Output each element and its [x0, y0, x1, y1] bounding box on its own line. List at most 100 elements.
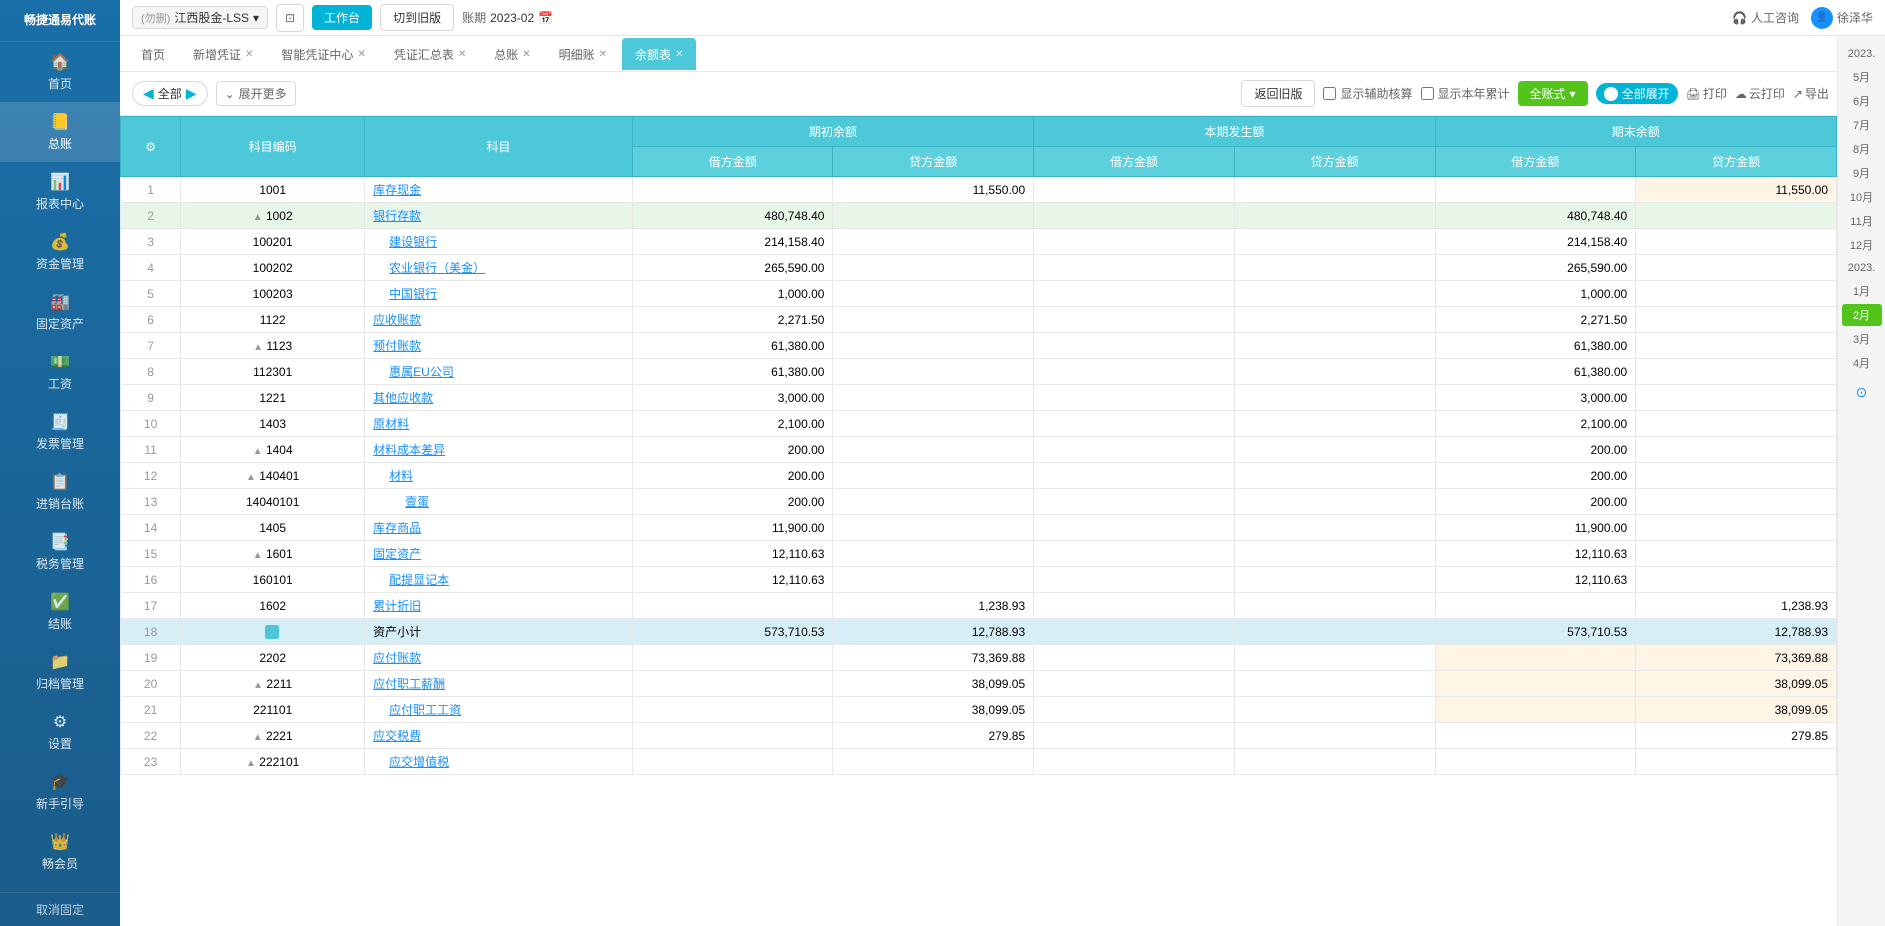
copy-icon[interactable]: ⊡ — [276, 4, 304, 32]
month-1[interactable]: 1月 — [1842, 280, 1882, 302]
row-subject[interactable]: 壹蛋 — [365, 489, 633, 515]
tab-balance-close[interactable]: ✕ — [675, 49, 683, 60]
tab-voucher-summary[interactable]: 凭证汇总表 ✕ — [381, 38, 479, 70]
row-subject[interactable]: 配提显记本 — [365, 567, 633, 593]
row-subject[interactable]: 原材料 — [365, 411, 633, 437]
expand-all-toggle[interactable]: 全部展开 — [1596, 83, 1678, 104]
tab-voucher-summary-close[interactable]: ✕ — [458, 49, 466, 60]
style-btn[interactable]: 全账式 ▾ — [1518, 81, 1588, 106]
month-8[interactable]: 8月 — [1842, 138, 1882, 160]
th-config[interactable]: ⚙ — [121, 117, 181, 177]
month-2[interactable]: 2月 — [1842, 304, 1882, 326]
row-subject[interactable]: 农业银行（美金） — [365, 255, 633, 281]
row-subject[interactable]: 建设银行 — [365, 229, 633, 255]
salary-icon: 💵 — [50, 352, 70, 372]
row-subject[interactable]: 应收账款 — [365, 307, 633, 333]
tab-new-voucher[interactable]: 新增凭证 ✕ — [180, 38, 266, 70]
row-subject[interactable]: 应付职工工资 — [365, 697, 633, 723]
row-period-debit: 214,158.40 — [632, 229, 833, 255]
row-subject[interactable]: 应交增值税 — [365, 749, 633, 775]
row-end-debit: 200.00 — [1435, 437, 1636, 463]
show-aux-check[interactable]: 显示辅助核算 — [1323, 85, 1412, 102]
switch-old-button[interactable]: 切到旧版 — [380, 4, 454, 31]
sidebar-item-home[interactable]: 🏠 首页 — [0, 42, 120, 102]
show-ytd-check[interactable]: 显示本年累计 — [1421, 85, 1510, 102]
return-old-btn[interactable]: 返回旧版 — [1241, 80, 1315, 107]
row-subject[interactable]: 应付职工薪酬 — [365, 671, 633, 697]
aux-checkbox[interactable] — [1323, 87, 1336, 100]
expand-btn[interactable]: ⌄ 展开更多 — [216, 81, 296, 106]
sidebar-item-settings[interactable]: ⚙ 设置 — [0, 702, 120, 762]
month-10[interactable]: 10月 — [1842, 186, 1882, 208]
consult-btn[interactable]: 🎧 人工咨询 — [1732, 9, 1799, 26]
sidebar-item-funds[interactable]: 💰 资金管理 — [0, 222, 120, 282]
sidebar-bottom[interactable]: 取消固定 — [0, 892, 120, 926]
tab-new-voucher-close[interactable]: ✕ — [245, 49, 253, 60]
sidebar-item-sales[interactable]: 📋 进销台账 — [0, 462, 120, 522]
month-7[interactable]: 7月 — [1842, 114, 1882, 136]
headset-icon: 🎧 — [1732, 11, 1747, 25]
row-num: 15 — [121, 541, 181, 567]
month-12[interactable]: 12月 — [1842, 234, 1882, 256]
print-btn[interactable]: 🖨 打印 — [1686, 85, 1727, 102]
export-btn[interactable]: ↗ 导出 — [1793, 85, 1829, 102]
calendar-icon[interactable]: 📅 — [538, 11, 553, 25]
row-period-debit: 1,000.00 — [632, 281, 833, 307]
row-period-debit — [632, 697, 833, 723]
row-subject[interactable]: 材料成本差异 — [365, 437, 633, 463]
row-subject[interactable]: 固定资产 — [365, 541, 633, 567]
workbench-button[interactable]: 工作台 — [312, 5, 372, 30]
sidebar-item-closing[interactable]: ✅ 结账 — [0, 582, 120, 642]
company-selector[interactable]: (勿删) 江西股金-LSS ▾ — [132, 6, 268, 29]
month-3[interactable]: 3月 — [1842, 328, 1882, 350]
sidebar-item-archive[interactable]: 📁 归档管理 — [0, 642, 120, 702]
row-subject[interactable]: 库存商品 — [365, 515, 633, 541]
row-period-debit — [632, 671, 833, 697]
tab-smart-center-close[interactable]: ✕ — [357, 49, 365, 60]
ytd-checkbox[interactable] — [1421, 87, 1434, 100]
sidebar-item-member[interactable]: 👑 畅会员 — [0, 822, 120, 882]
tab-balance[interactable]: 余额表 ✕ — [622, 38, 696, 70]
row-subject[interactable]: 应交税费 — [365, 723, 633, 749]
row-subject[interactable]: 预付账款 — [365, 333, 633, 359]
row-subject[interactable]: 中国银行 — [365, 281, 633, 307]
month-11[interactable]: 11月 — [1842, 210, 1882, 232]
row-end-credit: 38,099.05 — [1636, 671, 1837, 697]
row-subject[interactable]: 其他应收款 — [365, 385, 633, 411]
table-row: 17 1602 累计折旧 1,238.93 1,238.93 — [121, 593, 1837, 619]
row-period-credit: 73,369.88 — [833, 645, 1034, 671]
sidebar-item-invoice[interactable]: 🧾 发票管理 — [0, 402, 120, 462]
row-subject[interactable]: 库存现金 — [365, 177, 633, 203]
row-num: 20 — [121, 671, 181, 697]
row-subject[interactable]: 惠属EU公司 — [365, 359, 633, 385]
filter-all-btn[interactable]: ◀ 全部 ▶ — [132, 81, 208, 106]
row-subject[interactable]: 银行存款 — [365, 203, 633, 229]
tab-general-ledger[interactable]: 总账 ✕ — [481, 38, 543, 70]
month-5[interactable]: 5月 — [1842, 66, 1882, 88]
row-subject[interactable]: 材料 — [365, 463, 633, 489]
tab-detail-ledger[interactable]: 明细账 ✕ — [546, 38, 620, 70]
cloud-print-btn[interactable]: ☁ 云打印 — [1735, 85, 1785, 102]
row-subject[interactable]: 应付账款 — [365, 645, 633, 671]
sidebar-item-tax[interactable]: 📑 税务管理 — [0, 522, 120, 582]
tab-detail-ledger-close[interactable]: ✕ — [599, 49, 607, 60]
row-period-credit — [833, 359, 1034, 385]
tab-home[interactable]: 首页 — [128, 38, 178, 70]
sidebar-item-guide[interactable]: 🎓 新手引导 — [0, 762, 120, 822]
side-close-icon[interactable]: ⊙ — [1856, 384, 1868, 401]
tab-general-ledger-close[interactable]: ✕ — [522, 49, 530, 60]
sidebar-item-salary[interactable]: 💵 工资 — [0, 342, 120, 402]
guide-icon: 🎓 — [50, 772, 70, 792]
row-subject[interactable]: 累计折旧 — [365, 593, 633, 619]
sidebar-item-ledger[interactable]: 📒 总账 — [0, 102, 120, 162]
month-9[interactable]: 9月 — [1842, 162, 1882, 184]
month-6[interactable]: 6月 — [1842, 90, 1882, 112]
user-info[interactable]: 👤 徐泽华 — [1811, 7, 1873, 29]
month-4[interactable]: 4月 — [1842, 352, 1882, 374]
row-subject: 资产小计 — [365, 619, 633, 645]
sidebar-item-reports[interactable]: 📊 报表中心 — [0, 162, 120, 222]
tab-smart-center[interactable]: 智能凭证中心 ✕ — [268, 38, 378, 70]
table-row: 1 1001 库存现金 11,550.00 11,550.00 — [121, 177, 1837, 203]
sidebar-item-assets[interactable]: 🏭 固定资产 — [0, 282, 120, 342]
row-cur-debit — [1034, 645, 1235, 671]
